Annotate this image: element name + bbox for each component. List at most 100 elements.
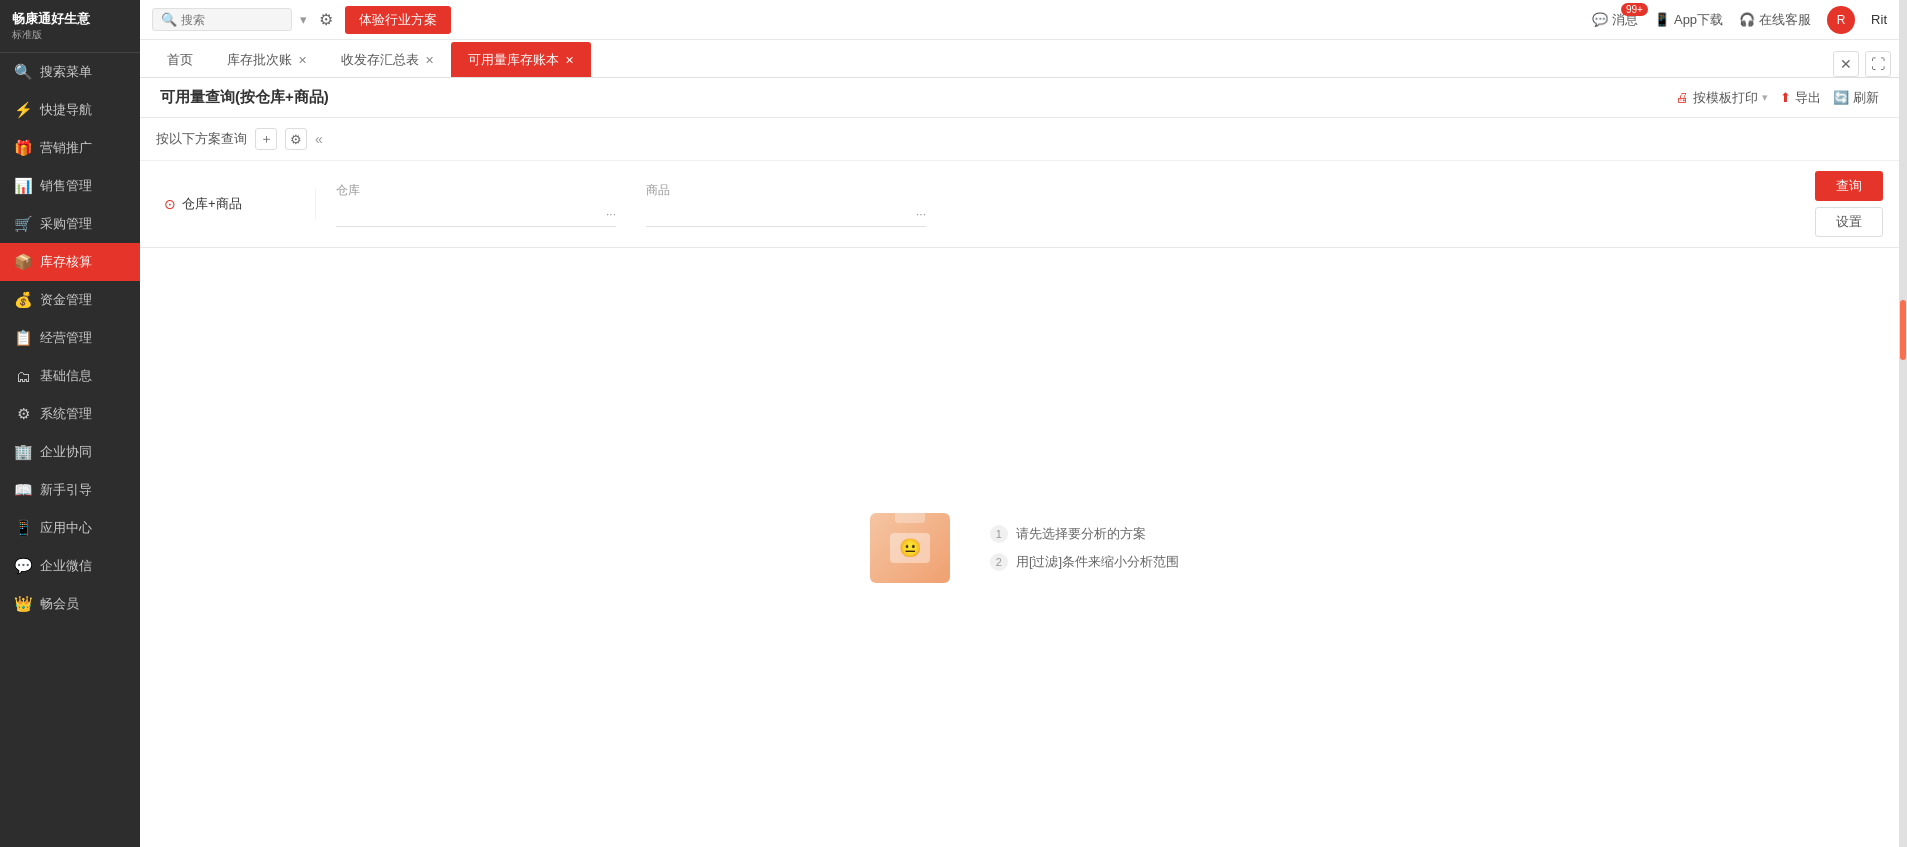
headset-icon: 🎧 [1739,12,1755,27]
warehouse-label: 仓库 [336,182,616,199]
tab-available-close[interactable]: ✕ [565,55,574,66]
print-dropdown-icon[interactable]: ▾ [1762,91,1768,104]
sidebar-label-quick-nav: 快捷导航 [40,101,92,119]
sidebar-item-member[interactable]: 👑 畅会员 [0,585,140,623]
tab-batch-label: 库存批次账 [227,51,292,69]
export-btn[interactable]: ⬆ 导出 [1780,89,1821,107]
sidebar-item-sales[interactable]: 📊 销售管理 [0,167,140,205]
sidebar-item-new-guide[interactable]: 📖 新手引导 [0,471,140,509]
filter-actions: 查询 设置 [1795,171,1883,237]
sidebar-item-enterprise[interactable]: 🏢 企业协同 [0,433,140,471]
print-label: 按模板打印 [1693,89,1758,107]
box-face: 😐 [890,533,930,563]
export-icon: ⬆ [1780,90,1791,105]
sidebar-item-marketing[interactable]: 🎁 营销推广 [0,129,140,167]
sidebar-label-enterprise: 企业协同 [40,443,92,461]
tab-close-all-btn[interactable]: ✕ [1833,51,1859,77]
query-button[interactable]: 查询 [1815,171,1883,201]
phone-icon: 📱 [1654,12,1670,27]
filter-panel: 按以下方案查询 ＋ ⚙ « ⊙ 仓库+商品 仓库 [140,118,1899,248]
sidebar-item-basic-info[interactable]: 🗂 基础信息 [0,357,140,395]
scrollbar-thumb[interactable] [1900,300,1906,360]
content-area: 可用量查询(按仓库+商品) 🖨 按模板打印 ▾ ⬆ 导出 🔄 刷新 [140,78,1899,847]
refresh-btn[interactable]: 🔄 刷新 [1833,89,1879,107]
dropdown-icon[interactable]: ▾ [300,12,307,27]
wechat-icon: 💬 [14,557,32,575]
purchase-icon: 🛒 [14,215,32,233]
print-btn[interactable]: 🖨 按模板打印 ▾ [1676,89,1768,107]
sidebar-item-inventory[interactable]: 📦 库存核算 [0,243,140,281]
sidebar-label-finance: 资金管理 [40,291,92,309]
sidebar-label-purchase: 采购管理 [40,215,92,233]
sidebar-item-finance[interactable]: 💰 资金管理 [0,281,140,319]
print-icon: 🖨 [1676,90,1689,105]
tab-available[interactable]: 可用量库存账本 ✕ [451,42,591,77]
marketing-icon: 🎁 [14,139,32,157]
step-2-num: 2 [990,553,1008,571]
online-service-btn[interactable]: 🎧 在线客服 [1739,11,1811,29]
topbar-search-box[interactable]: 🔍 [152,8,292,31]
enterprise-icon: 🏢 [14,443,32,461]
product-label: 商品 [646,182,926,199]
sidebar-label-wechat: 企业微信 [40,557,92,575]
warehouse-more-btn[interactable]: ··· [606,207,616,221]
system-icon: ⚙ [14,405,32,423]
filter-scheme-list: ⊙ 仓库+商品 [156,189,316,219]
app-center-icon: 📱 [14,519,32,537]
sidebar-nav: 🔍 搜索菜单 ⚡ 快捷导航 🎁 营销推广 📊 销售管理 🛒 采购管理 📦 库存核… [0,53,140,847]
sidebar-item-operations[interactable]: 📋 经营管理 [0,319,140,357]
search-input[interactable] [181,13,281,27]
tab-home-label: 首页 [167,51,193,69]
export-label: 导出 [1795,89,1821,107]
filter-body: ⊙ 仓库+商品 仓库 ··· 商品 [140,161,1899,247]
tab-home[interactable]: 首页 [150,42,210,77]
sidebar-label-sales: 销售管理 [40,177,92,195]
sales-icon: 📊 [14,177,32,195]
sidebar-item-purchase[interactable]: 🛒 采购管理 [0,205,140,243]
filter-add-btn[interactable]: ＋ [255,128,277,150]
sidebar-item-system[interactable]: ⚙ 系统管理 [0,395,140,433]
tab-batch-close[interactable]: ✕ [298,55,307,66]
sidebar-item-quick-nav[interactable]: ⚡ 快捷导航 [0,91,140,129]
industry-btn[interactable]: 体验行业方案 [345,6,451,34]
right-scrollbar[interactable] [1899,0,1907,847]
gear-icon[interactable]: ⚙ [315,6,337,33]
tab-bar: 首页 库存批次账 ✕ 收发存汇总表 ✕ 可用量库存账本 ✕ ✕ ⛶ [140,40,1899,78]
product-input[interactable] [646,207,912,222]
sidebar-item-app-center[interactable]: 📱 应用中心 [0,509,140,547]
operations-icon: 📋 [14,329,32,347]
username-label[interactable]: Rit [1871,12,1887,27]
sidebar-item-wechat[interactable]: 💬 企业微信 [0,547,140,585]
scheme-label: 仓库+商品 [182,195,242,213]
refresh-icon: 🔄 [1833,90,1849,105]
warehouse-input[interactable] [336,207,602,222]
app-download-btn[interactable]: 📱 App下载 [1654,11,1723,29]
avatar[interactable]: R [1827,6,1855,34]
product-more-btn[interactable]: ··· [916,207,926,221]
message-btn[interactable]: 💬 消息 99+ [1592,11,1638,29]
tab-summary[interactable]: 收发存汇总表 ✕ [324,42,451,77]
app-version: 标准版 [12,28,128,42]
finance-icon: 💰 [14,291,32,309]
sidebar-item-search[interactable]: 🔍 搜索菜单 [0,53,140,91]
scheme-icon: ⊙ [164,196,176,212]
filter-header-label: 按以下方案查询 [156,130,247,148]
tab-summary-close[interactable]: ✕ [425,55,434,66]
page-title: 可用量查询(按仓库+商品) [160,88,329,107]
page-header: 可用量查询(按仓库+商品) 🖨 按模板打印 ▾ ⬆ 导出 🔄 刷新 [140,78,1899,118]
sidebar-label-inventory: 库存核算 [40,253,92,271]
product-field: 商品 ··· [646,182,926,227]
app-name: 畅康通好生意 [12,10,128,28]
tab-expand-btn[interactable]: ⛶ [1865,51,1891,77]
warehouse-field: 仓库 ··· [336,182,616,227]
hint-1-text: 请先选择要分析的方案 [1016,525,1146,543]
settings-button[interactable]: 设置 [1815,207,1883,237]
scheme-warehouse-product[interactable]: ⊙ 仓库+商品 [156,189,299,219]
tab-batch[interactable]: 库存批次账 ✕ [210,42,324,77]
tab-summary-label: 收发存汇总表 [341,51,419,69]
filter-fields: 仓库 ··· 商品 ··· [336,182,1775,227]
filter-collapse-btn[interactable]: « [315,131,323,147]
sidebar-label-system: 系统管理 [40,405,92,423]
quick-nav-icon: ⚡ [14,101,32,119]
filter-settings-btn[interactable]: ⚙ [285,128,307,150]
